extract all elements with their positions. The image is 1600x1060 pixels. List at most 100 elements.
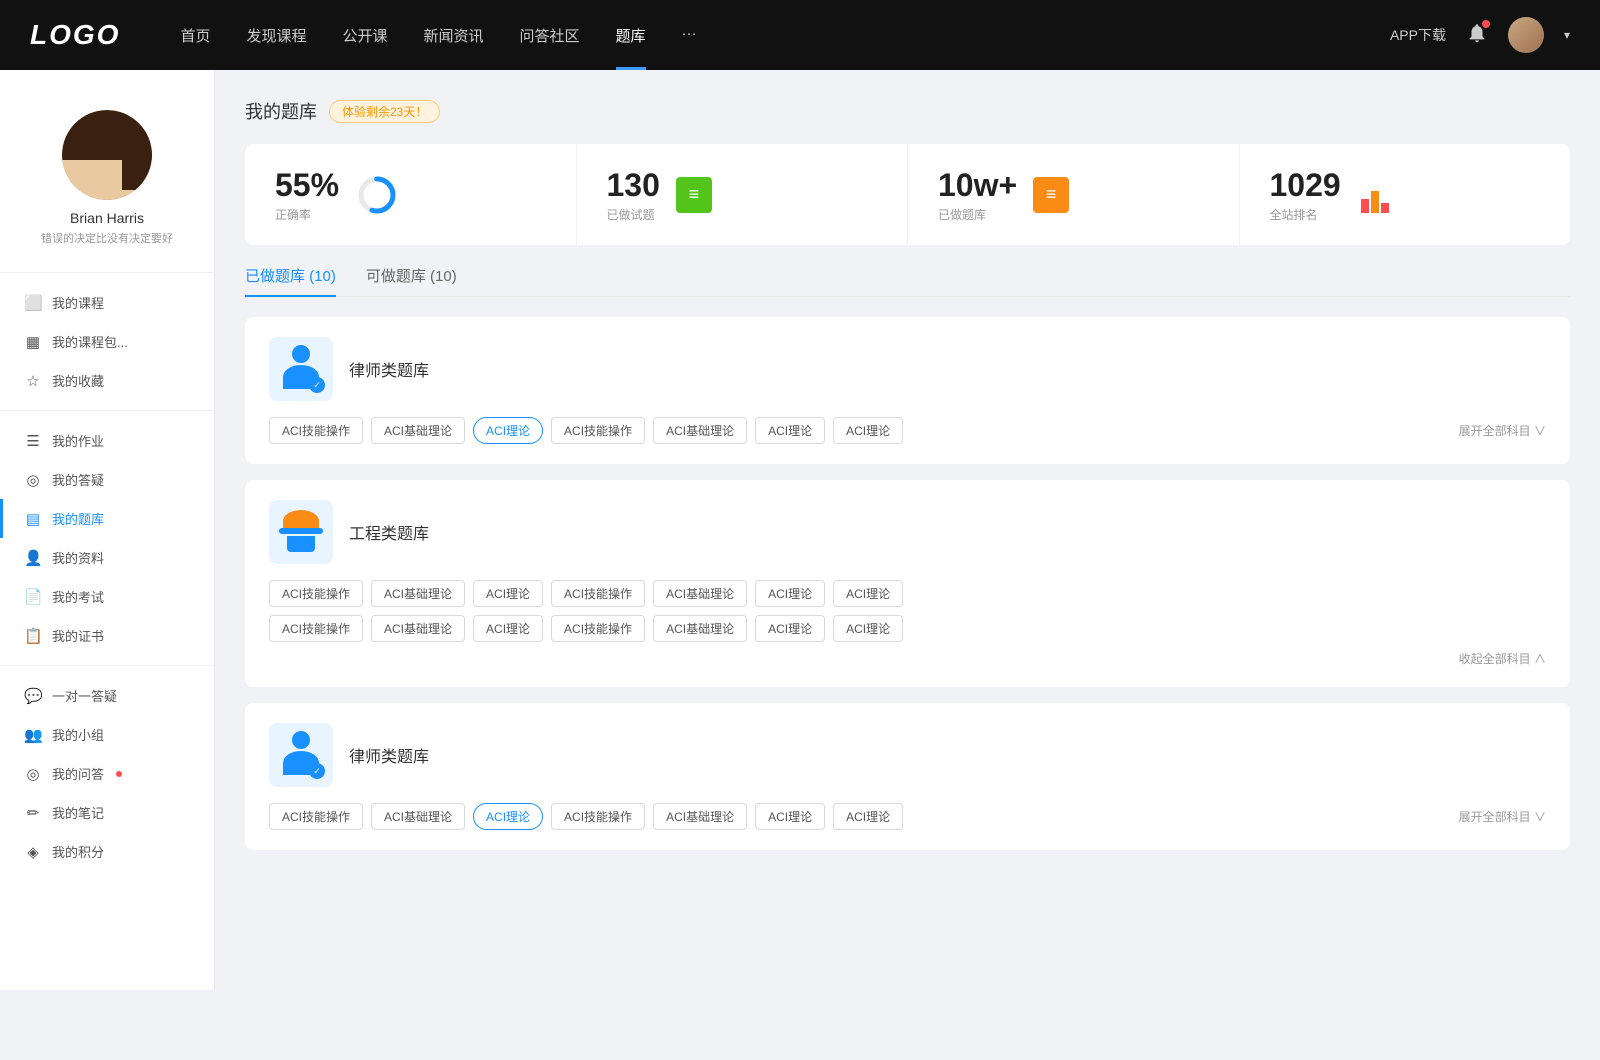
qbank-icon-lawyer: ✓: [269, 337, 333, 401]
one-on-one-icon: 💬: [24, 687, 42, 705]
tag-item[interactable]: ACI技能操作: [269, 580, 363, 607]
person-head: [292, 345, 310, 363]
tag-item[interactable]: ACI理论: [473, 615, 543, 642]
avatar-dropdown-arrow[interactable]: ▾: [1564, 28, 1570, 42]
qbank-header: 工程类题库: [269, 500, 1546, 564]
tag-item[interactable]: ACI理论: [833, 803, 903, 830]
bar-chart-icon: [1357, 177, 1393, 213]
sidebar-item-homework[interactable]: ☰ 我的作业: [0, 421, 214, 460]
nav-home[interactable]: 首页: [180, 25, 210, 46]
tag-item-highlighted[interactable]: ACI理论: [473, 417, 543, 444]
tag-item[interactable]: ACI理论: [755, 580, 825, 607]
sidebar-item-label: 我的小组: [52, 725, 104, 744]
user-motto: 错误的决定比没有决定要好: [21, 230, 193, 246]
sidebar-item-my-qa[interactable]: ◎ 我的答疑: [0, 460, 214, 499]
lawyer-person-icon-2: ✓: [277, 731, 325, 779]
sidebar-item-certificate[interactable]: 📋 我的证书: [0, 616, 214, 655]
sidebar-item-label: 我的考试: [52, 587, 104, 606]
logo: LOGO: [30, 19, 120, 51]
tag-item[interactable]: ACI基础理论: [371, 580, 465, 607]
nav-right: APP下载 ▾: [1390, 17, 1570, 53]
tag-item[interactable]: ACI技能操作: [551, 417, 645, 444]
tag-item[interactable]: ACI基础理论: [653, 580, 747, 607]
tag-item[interactable]: ACI基础理论: [371, 417, 465, 444]
nav-more[interactable]: ···: [682, 25, 697, 46]
homework-icon: ☰: [24, 432, 42, 450]
expand-link-2[interactable]: 展开全部科目 ∨: [1459, 808, 1546, 825]
stat-done-banks: 10w+ 已做题库 ≡: [908, 144, 1240, 245]
sidebar-item-favorites[interactable]: ☆ 我的收藏: [0, 361, 214, 400]
sidebar-item-notes[interactable]: ✏ 我的笔记: [0, 793, 214, 832]
group-icon: 👥: [24, 726, 42, 744]
qbank-header: ✓ 律师类题库: [269, 723, 1546, 787]
tab-done-banks[interactable]: 已做题库 (10): [245, 265, 336, 296]
tag-item[interactable]: ACI理论: [755, 803, 825, 830]
course-package-icon: ▦: [24, 333, 42, 351]
stat-ranking: 1029 全站排名: [1240, 144, 1571, 245]
sidebar-item-label: 我的问答: [52, 764, 104, 783]
tag-item[interactable]: ACI技能操作: [269, 417, 363, 444]
sidebar-item-exam[interactable]: 📄 我的考试: [0, 577, 214, 616]
sidebar-item-label: 我的收藏: [52, 371, 104, 390]
expand-link[interactable]: 展开全部科目 ∨: [1459, 422, 1546, 439]
tag-item[interactable]: ACI理论: [833, 580, 903, 607]
sidebar-item-label: 我的证书: [52, 626, 104, 645]
tab-available-banks[interactable]: 可做题库 (10): [366, 265, 457, 296]
nav-open-course[interactable]: 公开课: [342, 25, 387, 46]
sidebar-item-my-group[interactable]: 👥 我的小组: [0, 715, 214, 754]
tag-item[interactable]: ACI理论: [833, 417, 903, 444]
sidebar-item-one-on-one[interactable]: 💬 一对一答疑: [0, 676, 214, 715]
sidebar-item-label: 一对一答疑: [52, 686, 117, 705]
menu-divider-1: [0, 410, 214, 411]
bell-button[interactable]: [1466, 22, 1488, 49]
stat-value-questions: 130 已做试题: [607, 166, 660, 223]
qbank-card-lawyer: ✓ 律师类题库 ACI技能操作 ACI基础理论 ACI理论 ACI技能操作 AC…: [245, 317, 1570, 464]
tags-row-1: ACI技能操作 ACI基础理论 ACI理论 ACI技能操作 ACI基础理论 AC…: [269, 803, 1546, 830]
page-header: 我的题库 体验剩余23天！: [245, 98, 1570, 124]
tag-item[interactable]: ACI基础理论: [371, 615, 465, 642]
person-checkmark: ✓: [309, 377, 325, 393]
user-avatar[interactable]: [1508, 17, 1544, 53]
profile-divider: [0, 272, 214, 273]
tag-item[interactable]: ACI技能操作: [551, 803, 645, 830]
tag-item-highlighted[interactable]: ACI理论: [473, 803, 543, 830]
app-download-link[interactable]: APP下载: [1390, 25, 1446, 45]
green-doc-icon: ≡: [676, 177, 712, 213]
stat-number: 130: [607, 166, 660, 204]
tag-item[interactable]: ACI技能操作: [551, 615, 645, 642]
sidebar-item-my-data[interactable]: 👤 我的资料: [0, 538, 214, 577]
sidebar-item-my-course[interactable]: ⬜ 我的课程: [0, 283, 214, 322]
sidebar-item-question-bank[interactable]: ▤ 我的题库: [0, 499, 214, 538]
collapse-link[interactable]: 收起全部科目 ∧: [269, 650, 1546, 667]
tag-item[interactable]: ACI理论: [755, 615, 825, 642]
sidebar-item-label: 我的作业: [52, 431, 104, 450]
tag-item[interactable]: ACI理论: [473, 580, 543, 607]
nav-links: 首页 发现课程 公开课 新闻资讯 问答社区 题库 ···: [180, 25, 1390, 46]
stat-value-banks: 10w+ 已做题库: [938, 166, 1017, 223]
navbar: LOGO 首页 发现课程 公开课 新闻资讯 问答社区 题库 ··· APP下载 …: [0, 0, 1600, 70]
tag-item[interactable]: ACI理论: [755, 417, 825, 444]
tag-item[interactable]: ACI技能操作: [269, 803, 363, 830]
sidebar: Brian Harris 错误的决定比没有决定要好 ⬜ 我的课程 ▦ 我的课程包…: [0, 70, 215, 990]
tag-item[interactable]: ACI技能操作: [551, 580, 645, 607]
sidebar-item-my-questions[interactable]: ◎ 我的问答: [0, 754, 214, 793]
tag-item[interactable]: ACI基础理论: [371, 803, 465, 830]
page-title: 我的题库: [245, 98, 317, 124]
sidebar-item-points[interactable]: ◈ 我的积分: [0, 832, 214, 871]
tag-item[interactable]: ACI技能操作: [269, 615, 363, 642]
nav-question-bank[interactable]: 题库: [616, 25, 646, 46]
tag-item[interactable]: ACI理论: [833, 615, 903, 642]
person-checkmark: ✓: [309, 763, 325, 779]
tag-item[interactable]: ACI基础理论: [653, 615, 747, 642]
tag-item[interactable]: ACI基础理论: [653, 803, 747, 830]
nav-discover[interactable]: 发现课程: [246, 25, 306, 46]
tag-item[interactable]: ACI基础理论: [653, 417, 747, 444]
sidebar-item-course-package[interactable]: ▦ 我的课程包...: [0, 322, 214, 361]
nav-news[interactable]: 新闻资讯: [424, 25, 484, 46]
nav-qa[interactable]: 问答社区: [520, 25, 580, 46]
stat-number: 1029: [1270, 166, 1341, 204]
sidebar-item-label: 我的资料: [52, 548, 104, 567]
favorites-icon: ☆: [24, 372, 42, 390]
stats-row: 55% 正确率 130 已做试题 ≡: [245, 144, 1570, 245]
qbank-header: ✓ 律师类题库: [269, 337, 1546, 401]
